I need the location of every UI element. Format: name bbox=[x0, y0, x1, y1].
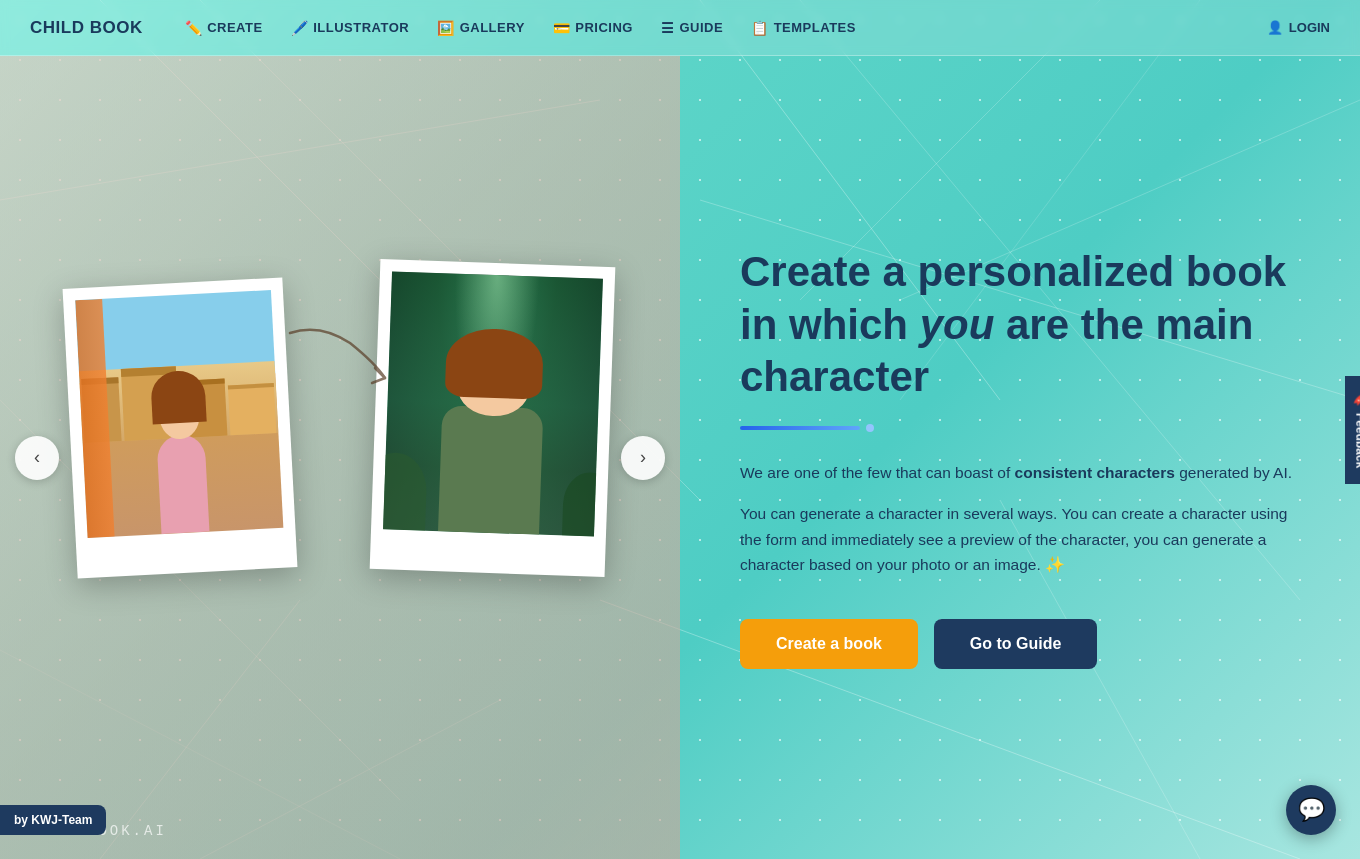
kwj-badge[interactable]: by KWJ-Team bbox=[0, 805, 106, 835]
pencil-icon: ✏️ bbox=[185, 20, 203, 36]
image-panel: ‹ bbox=[0, 56, 680, 859]
user-icon: 👤 bbox=[1267, 20, 1283, 35]
title-underline bbox=[740, 424, 1300, 432]
desc1-end: generated by AI. bbox=[1175, 464, 1292, 481]
nav-link-pricing[interactable]: 💳 PRICING bbox=[541, 14, 645, 42]
arrow-decoration bbox=[280, 313, 400, 407]
polaroid-container bbox=[50, 233, 630, 683]
sparkle-icon: ✨ bbox=[1045, 556, 1065, 573]
nav-link-guide[interactable]: ☰ GUIDE bbox=[649, 14, 735, 42]
nav-links: ✏️ CREATE 🖊️ ILLUSTRATOR 🖼️ GALLERY 💳 PR… bbox=[173, 14, 1267, 42]
feedback-tab[interactable]: 🔖 Feedback bbox=[1345, 375, 1360, 483]
desc1-start: We are one of the few that can boast of bbox=[740, 464, 1015, 481]
description-2: You can generate a character in several … bbox=[740, 501, 1300, 579]
chevron-left-icon: ‹ bbox=[34, 447, 40, 468]
card-icon: 💳 bbox=[553, 20, 571, 36]
menu-icon: ☰ bbox=[661, 20, 675, 36]
chat-icon: 💬 bbox=[1298, 797, 1325, 823]
go-to-guide-button[interactable]: Go to Guide bbox=[934, 619, 1098, 669]
nav-link-templates[interactable]: 📋 TEMPLATES bbox=[739, 14, 868, 42]
gallery-icon: 🖼️ bbox=[437, 20, 455, 36]
templates-icon: 📋 bbox=[751, 20, 769, 36]
carousel-prev-button[interactable]: ‹ bbox=[15, 436, 59, 480]
chevron-right-icon: › bbox=[640, 447, 646, 468]
description-1: We are one of the few that can boast of … bbox=[740, 460, 1300, 486]
login-button[interactable]: 👤 LOGIN bbox=[1267, 20, 1330, 35]
hero-title: Create a personalized book in which you … bbox=[740, 246, 1300, 404]
desc2-text: You can generate a character in several … bbox=[740, 505, 1287, 573]
desc1-bold: consistent characters bbox=[1015, 464, 1175, 481]
polaroid-left bbox=[63, 277, 298, 578]
nav-link-illustrator[interactable]: 🖊️ ILLUSTRATOR bbox=[279, 14, 422, 42]
chat-button[interactable]: 💬 bbox=[1286, 785, 1336, 835]
pen-icon: 🖊️ bbox=[291, 20, 309, 36]
cta-buttons: Create a book Go to Guide bbox=[740, 619, 1300, 669]
main-content: ‹ bbox=[0, 56, 1360, 859]
create-book-button[interactable]: Create a book bbox=[740, 619, 918, 669]
bookmark-icon: 🔖 bbox=[1353, 391, 1360, 406]
polaroid-right bbox=[370, 258, 616, 576]
underline-bar bbox=[740, 426, 860, 430]
underline-dot bbox=[866, 424, 874, 432]
nav-link-gallery[interactable]: 🖼️ GALLERY bbox=[425, 14, 537, 42]
content-panel: Create a personalized book in which you … bbox=[680, 206, 1360, 709]
navbar: CHILD BOOK ✏️ CREATE 🖊️ ILLUSTRATOR 🖼️ G… bbox=[0, 0, 1360, 56]
nav-link-create[interactable]: ✏️ CREATE bbox=[173, 14, 275, 42]
hero-title-italic: you bbox=[920, 301, 995, 348]
carousel-next-button[interactable]: › bbox=[621, 436, 665, 480]
nav-logo[interactable]: CHILD BOOK bbox=[30, 18, 143, 38]
